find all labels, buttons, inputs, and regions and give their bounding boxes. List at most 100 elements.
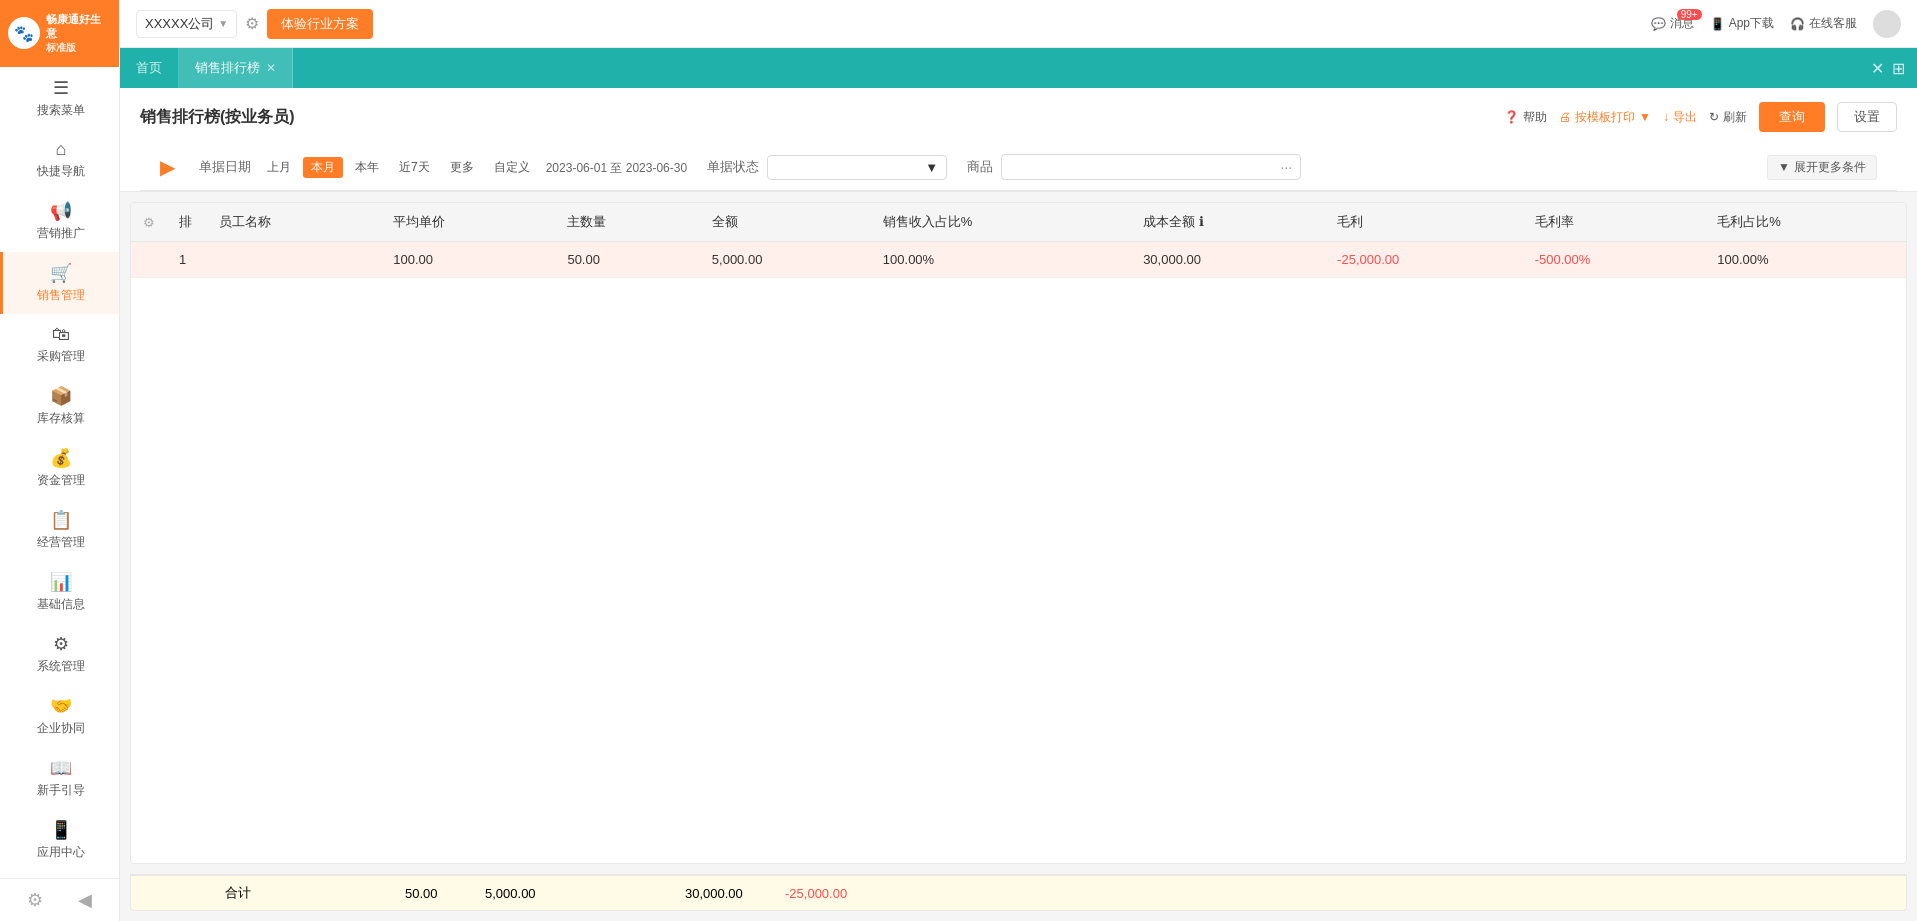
expand-more-btn[interactable]: ▼ 展开更多条件 [1767, 155, 1877, 180]
footer-gross: -25,000.00 [773, 886, 873, 901]
company-name: XXXXX公司 [145, 15, 214, 33]
topbar-settings-icon[interactable]: ⚙ [245, 14, 259, 33]
table-row: 1 100.00 50.00 5,000.00 100.00% 30,000.0… [131, 242, 1906, 278]
sidebar-item-finance[interactable]: 💰 资金管理 [0, 437, 119, 499]
sidebar-item-basic-info[interactable]: 📊 基础信息 [0, 561, 119, 623]
help-btn[interactable]: ❓ 帮助 [1504, 109, 1547, 126]
sales-ranking-tab-label: 销售排行榜 [195, 59, 260, 77]
tab-home[interactable]: 首页 [120, 48, 179, 88]
sidebar-item-label: 采购管理 [37, 348, 85, 365]
goods-filter: 商品 ··· [967, 154, 1301, 180]
tab-sales-ranking[interactable]: 销售排行榜 ✕ [179, 48, 293, 88]
sidebar-item-guide[interactable]: 📖 新手引导 [0, 747, 119, 809]
sales-icon: 🛒 [50, 262, 72, 284]
status-chevron-icon: ▼ [925, 160, 938, 175]
goods-input[interactable]: ··· [1001, 154, 1301, 180]
message-badge: 99+ [1677, 9, 1702, 20]
sidebar-item-purchase[interactable]: 🛍 采购管理 [0, 314, 119, 375]
content-area: 销售排行榜(按业务员) ❓ 帮助 🖨 按模板打印 ▼ ↓ 导出 [120, 88, 1917, 921]
tab-close-icon[interactable]: ✕ [266, 61, 276, 75]
filter-bar: ▶ 单据日期 上月 本月 本年 近7天 更多 自定义 2023-06-01 至 … [140, 144, 1897, 191]
headset-icon: 🎧 [1790, 17, 1805, 31]
export-label: 导出 [1673, 109, 1697, 126]
company-selector[interactable]: XXXXX公司 ▼ [136, 10, 237, 38]
inventory-icon: 📦 [50, 385, 72, 407]
refresh-label: 刷新 [1723, 109, 1747, 126]
export-icon: ↓ [1663, 110, 1669, 124]
sidebar-item-search[interactable]: ☰ 搜索菜单 [0, 67, 119, 129]
top-bar: XXXXX公司 ▼ ⚙ 体验行业方案 💬 消息 99+ 📱 App下载 🎧 在线… [120, 0, 1917, 48]
sidebar-item-quick-nav[interactable]: ⌂ 快捷导航 [0, 129, 119, 190]
status-select[interactable]: ▼ [767, 155, 947, 180]
sidebar-item-management[interactable]: 📋 经营管理 [0, 499, 119, 561]
date-opt-this-month[interactable]: 本月 [303, 157, 343, 178]
footer-qty: 50.00 [393, 886, 473, 901]
tab-restore-icon[interactable]: ⊞ [1892, 59, 1905, 78]
app-download-btn[interactable]: 📱 App下载 [1710, 15, 1774, 32]
sidebar-item-sales[interactable]: 🛒 销售管理 [0, 252, 119, 314]
expand-label: 展开更多条件 [1794, 159, 1866, 176]
sidebar-item-label: 营销推广 [37, 225, 85, 242]
col-settings[interactable]: ⚙ [131, 203, 167, 242]
quick-nav-icon: ⌂ [56, 139, 67, 160]
expand-icon: ▼ [1778, 160, 1790, 174]
col-sales-ratio: 销售收入占比% [871, 203, 1131, 242]
page-actions: ❓ 帮助 🖨 按模板打印 ▼ ↓ 导出 ↻ 刷新 [1504, 102, 1897, 132]
system-icon: ⚙ [53, 633, 69, 655]
sidebar-item-label: 库存核算 [37, 410, 85, 427]
date-range-text: 2023-06-01 至 2023-06-30 [546, 160, 687, 177]
sidebar-item-system[interactable]: ⚙ 系统管理 [0, 623, 119, 685]
help-icon: ❓ [1504, 110, 1519, 124]
app-download-label: App下载 [1729, 15, 1774, 32]
marketing-icon: 📢 [50, 200, 72, 222]
row-avg-price: 100.00 [381, 242, 555, 278]
date-label: 单据日期 [199, 158, 251, 176]
company-chevron-icon: ▼ [218, 18, 228, 29]
date-opt-this-year[interactable]: 本年 [347, 157, 387, 178]
sidebar-item-label: 经营管理 [37, 534, 85, 551]
goods-more-icon[interactable]: ··· [1280, 159, 1292, 175]
sidebar-item-marketing[interactable]: 📢 营销推广 [0, 190, 119, 252]
logo-icon: 🐾 [8, 17, 40, 49]
home-tab-label: 首页 [136, 59, 162, 77]
trial-button[interactable]: 体验行业方案 [267, 9, 373, 39]
sidebar-item-app-center[interactable]: 📱 应用中心 [0, 809, 119, 871]
sidebar-item-label: 企业协同 [37, 720, 85, 737]
query-button[interactable]: 查询 [1759, 102, 1825, 132]
purchase-icon: 🛍 [52, 324, 70, 345]
row-amount: 5,000.00 [700, 242, 871, 278]
template-print-label: 按模板打印 [1575, 109, 1635, 126]
tab-bar: 首页 销售排行榜 ✕ ✕ ⊞ [120, 48, 1917, 88]
filter-expand-arrow[interactable]: ▶ [160, 155, 175, 179]
row-qty: 50.00 [555, 242, 699, 278]
sidebar-item-enterprise[interactable]: 🤝 企业协同 [0, 685, 119, 747]
date-opt-7days[interactable]: 近7天 [391, 157, 438, 178]
table-header-row: ⚙ 排 员工名称 平均单价 主数量 全额 销售收入占比% 成本全额 ℹ 毛利 毛… [131, 203, 1906, 242]
settings-button[interactable]: 设置 [1837, 102, 1897, 132]
date-opt-last-month[interactable]: 上月 [259, 157, 299, 178]
refresh-btn[interactable]: ↻ 刷新 [1709, 109, 1747, 126]
row-name [207, 242, 381, 278]
sidebar-item-label: 销售管理 [37, 287, 85, 304]
main-area: XXXXX公司 ▼ ⚙ 体验行业方案 💬 消息 99+ 📱 App下载 🎧 在线… [120, 0, 1917, 921]
online-service-btn[interactable]: 🎧 在线客服 [1790, 15, 1857, 32]
col-qty: 主数量 [555, 203, 699, 242]
sidebar-item-label: 基础信息 [37, 596, 85, 613]
template-print-btn[interactable]: 🖨 按模板打印 ▼ [1559, 109, 1651, 126]
export-btn[interactable]: ↓ 导出 [1663, 109, 1697, 126]
sidebar: 🐾 畅康通好生意 标准版 ☰ 搜索菜单 ⌂ 快捷导航 📢 营销推广 🛒 销售管理… [0, 0, 120, 921]
tab-close-all-icon[interactable]: ✕ [1871, 59, 1884, 78]
print-icon: 🖨 [1559, 110, 1571, 124]
date-opt-more[interactable]: 更多 [442, 157, 482, 178]
user-avatar[interactable] [1873, 10, 1901, 38]
col-avg-price: 平均单价 [381, 203, 555, 242]
status-label: 单据状态 [707, 158, 759, 176]
message-btn[interactable]: 💬 消息 99+ [1651, 15, 1694, 32]
sidebar-item-inventory[interactable]: 📦 库存核算 [0, 375, 119, 437]
search-menu-icon: ☰ [53, 77, 69, 99]
sidebar-collapse-icon[interactable]: ◀ [78, 889, 92, 911]
date-opt-custom[interactable]: 自定义 [486, 157, 538, 178]
sidebar-item-wechat[interactable]: 💬 企业微信 [0, 871, 119, 878]
sales-table: ⚙ 排 员工名称 平均单价 主数量 全额 销售收入占比% 成本全额 ℹ 毛利 毛… [131, 203, 1906, 278]
sidebar-settings-icon[interactable]: ⚙ [27, 889, 43, 911]
